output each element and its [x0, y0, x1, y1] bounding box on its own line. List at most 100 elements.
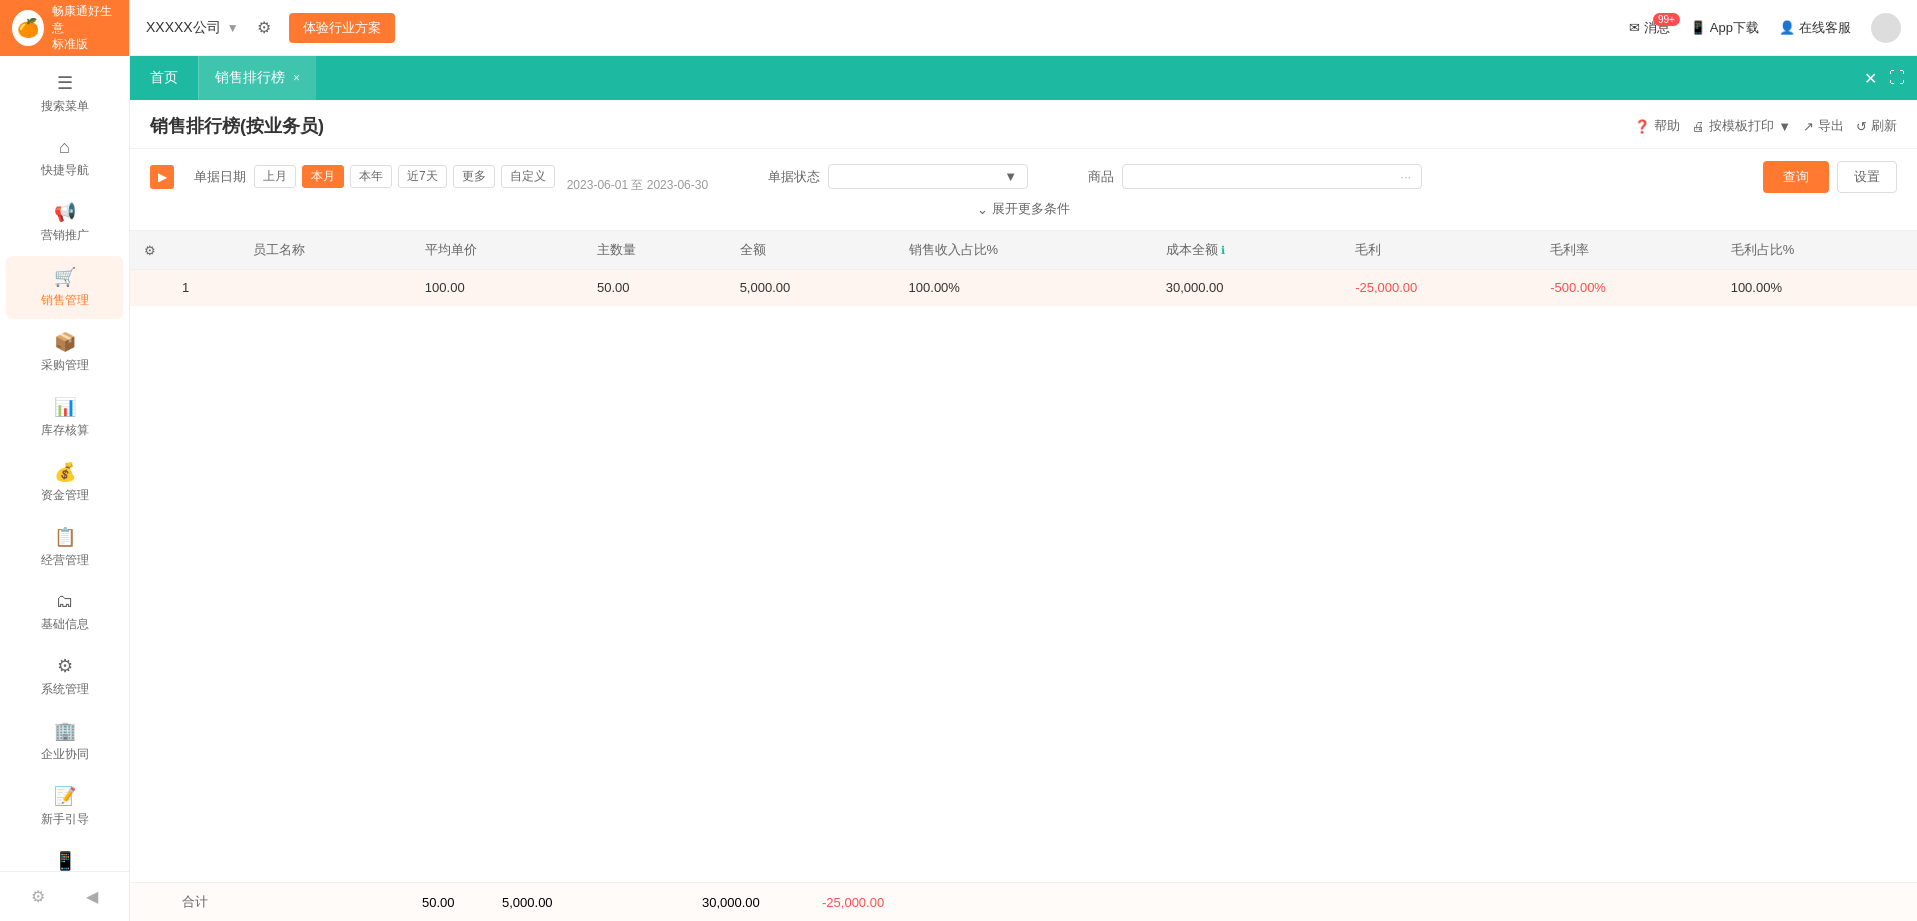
message-icon: ✉ [1629, 20, 1640, 35]
status-select[interactable]: ▼ [828, 164, 1028, 189]
table-header: ⚙ 员工名称 平均单价 主数量 全额 销售收入占比% 成本全额 ℹ 毛利 毛利率… [130, 231, 1917, 270]
total-label: 合计 [142, 893, 342, 911]
trial-button[interactable]: 体验行业方案 [289, 13, 395, 43]
tab-home[interactable]: 首页 [130, 56, 199, 100]
chevron-down-icon: ▼ [227, 21, 239, 35]
company-selector[interactable]: XXXXX公司 ▼ [146, 19, 239, 37]
table-row[interactable]: 1 100.00 50.00 5,000.00 100.00% 30,000.0… [130, 270, 1917, 306]
sidebar-item-finance[interactable]: 💰 资金管理 [6, 451, 123, 514]
col-amount-cell: 5,000.00 [728, 270, 897, 306]
sidebar-item-system[interactable]: ⚙ 系统管理 [6, 645, 123, 708]
content-area: 销售排行榜(按业务员) ❓ 帮助 🖨 按模板打印 ▼ ↗ 导出 [130, 100, 1917, 921]
date-filter: 单据日期 上月本月本年近7天更多自定义 [194, 165, 555, 188]
settings-bottom-icon[interactable]: ⚙ [31, 887, 45, 906]
date-option-自定义[interactable]: 自定义 [501, 165, 555, 188]
sidebar-item-guide[interactable]: 📝 新手引导 [6, 775, 123, 838]
finance-label: 资金管理 [41, 487, 89, 504]
date-options: 上月本月本年近7天更多自定义 [254, 165, 555, 188]
table-footer: 合计 50.00 5,000.00 30,000.00 -25,000.00 [130, 882, 1917, 921]
app-center-icon: 📱 [54, 850, 76, 871]
marketing-icon: 📢 [54, 201, 76, 223]
marketing-label: 营销推广 [41, 227, 89, 244]
app-icon: 📱 [1690, 20, 1706, 35]
goods-select[interactable]: ··· [1122, 164, 1422, 189]
sidebar-item-operations[interactable]: 📋 经营管理 [6, 516, 123, 579]
search-order-icon: ☰ [57, 72, 73, 94]
guide-label: 新手引导 [41, 811, 89, 828]
total-row: 合计 50.00 5,000.00 30,000.00 -25,000.00 [130, 883, 1917, 921]
basic-info-icon: 🗂 [56, 591, 74, 612]
col-gross-pct-cell: 100.00% [1719, 270, 1917, 306]
operations-icon: 📋 [54, 526, 76, 548]
export-button[interactable]: ↗ 导出 [1803, 117, 1844, 135]
settings-small-button[interactable]: 设置 [1837, 161, 1897, 193]
tab-sales-ranking[interactable]: 销售排行榜 × [199, 56, 316, 100]
date-option-近7天[interactable]: 近7天 [398, 165, 447, 188]
sidebar-item-enterprise[interactable]: 🏢企业协同 [6, 710, 123, 773]
sidebar-item-app-center[interactable]: 📱应用中心 [6, 840, 123, 871]
expand-row: ⌄ 展开更多条件 [150, 194, 1897, 220]
online-service-button[interactable]: 👤 在线客服 [1779, 19, 1851, 37]
col-sales-pct-header: 销售收入占比% [897, 231, 1154, 270]
page-inner: 销售排行榜(按业务员) ❓ 帮助 🖨 按模板打印 ▼ ↗ 导出 [130, 100, 1917, 921]
sidebar-nav: ☰ 搜索菜单 ⌂快捷导航 📢 营销推广 🛒 销售管理 📦采购管理📊库存核算 💰 资金管理 📋 经营管理… [0, 56, 129, 871]
finance-icon: 💰 [54, 461, 76, 483]
sidebar-item-basic-info[interactable]: 🗂基础信息 [6, 581, 123, 643]
col-cost-cell: 30,000.00 [1154, 270, 1343, 306]
sidebar-item-search-order[interactable]: ☰ 搜索菜单 [6, 62, 123, 125]
sales-icon: 🛒 [54, 266, 76, 288]
date-option-上月[interactable]: 上月 [254, 165, 296, 188]
sidebar: 🍊 畅康通好生意 标准版 ☰搜索菜单⌂快捷导航📢营销推广🛒销售管理📦采购管理📊库… [0, 0, 130, 921]
maximize-icon[interactable]: ⛶ [1889, 69, 1905, 87]
col-index-cell: 1 [170, 270, 241, 306]
header-settings-button[interactable]: ⚙ [249, 13, 279, 43]
filter-collapse-button[interactable]: ▶ [150, 165, 174, 189]
col-index-header [170, 231, 241, 270]
sidebar-item-marketing[interactable]: 📢 营销推广 [6, 191, 123, 254]
tab-bar-right: ✕ ⛶ [1864, 69, 1917, 88]
close-window-icon[interactable]: ✕ [1864, 69, 1877, 88]
status-label: 单据状态 [768, 168, 820, 186]
date-option-更多[interactable]: 更多 [453, 165, 495, 188]
date-option-本年[interactable]: 本年 [350, 165, 392, 188]
system-icon: ⚙ [57, 655, 73, 677]
total-amount: 5,000.00 [502, 895, 602, 910]
col-settings-cell [130, 270, 170, 306]
enterprise-icon: 🏢 [54, 720, 76, 742]
col-gross-profit-cell: -25,000.00 [1343, 270, 1538, 306]
data-table: ⚙ 员工名称 平均单价 主数量 全额 销售收入占比% 成本全额 ℹ 毛利 毛利率… [130, 231, 1917, 306]
sidebar-item-quick-nav[interactable]: ⌂快捷导航 [6, 127, 123, 189]
col-gross-margin-header: 毛利率 [1538, 231, 1718, 270]
guide-icon: 📝 [54, 785, 76, 807]
col-employee-cell [241, 270, 413, 306]
col-settings-header[interactable]: ⚙ [130, 231, 170, 270]
table-header-row: ⚙ 员工名称 平均单价 主数量 全额 销售收入占比% 成本全额 ℹ 毛利 毛利率… [130, 231, 1917, 270]
expand-conditions-button[interactable]: ⌄ 展开更多条件 [977, 200, 1070, 218]
goods-filter: 商品 ··· [1088, 164, 1422, 189]
sidebar-item-sales[interactable]: 🛒 销售管理 [6, 256, 123, 319]
date-label: 单据日期 [194, 168, 246, 186]
help-button[interactable]: ❓ 帮助 [1634, 117, 1680, 135]
collapse-icon[interactable]: ◀ [86, 887, 98, 906]
refresh-button[interactable]: ↺ 刷新 [1856, 117, 1897, 135]
tab-close-icon[interactable]: × [293, 71, 300, 85]
sidebar-bottom: ⚙ ◀ [0, 871, 129, 921]
sidebar-item-purchase[interactable]: 📦采购管理 [6, 321, 123, 384]
col-cost-header: 成本全额 ℹ [1154, 231, 1343, 270]
user-avatar[interactable] [1871, 13, 1901, 43]
quick-nav-label: 快捷导航 [41, 162, 89, 179]
template-print-button[interactable]: 🖨 按模板打印 ▼ [1692, 117, 1791, 135]
message-button[interactable]: ✉ 消息 99+ [1629, 19, 1670, 37]
sales-label: 销售管理 [41, 292, 89, 309]
sidebar-item-inventory[interactable]: 📊库存核算 [6, 386, 123, 449]
filter-row: ▶ 单据日期 上月本月本年近7天更多自定义 2023-06-01 至 2023-… [150, 159, 1897, 194]
search-order-label: 搜索菜单 [41, 98, 89, 115]
system-label: 系统管理 [41, 681, 89, 698]
date-option-本月[interactable]: 本月 [302, 165, 344, 188]
col-avg-price-header: 平均单价 [413, 231, 585, 270]
operations-label: 经营管理 [41, 552, 89, 569]
col-gross-pct-header: 毛利占比% [1719, 231, 1917, 270]
query-button[interactable]: 查询 [1763, 161, 1829, 193]
tab-bar: 首页 销售排行榜 × ✕ ⛶ [130, 56, 1917, 100]
app-download-button[interactable]: 📱 App下载 [1690, 19, 1759, 37]
